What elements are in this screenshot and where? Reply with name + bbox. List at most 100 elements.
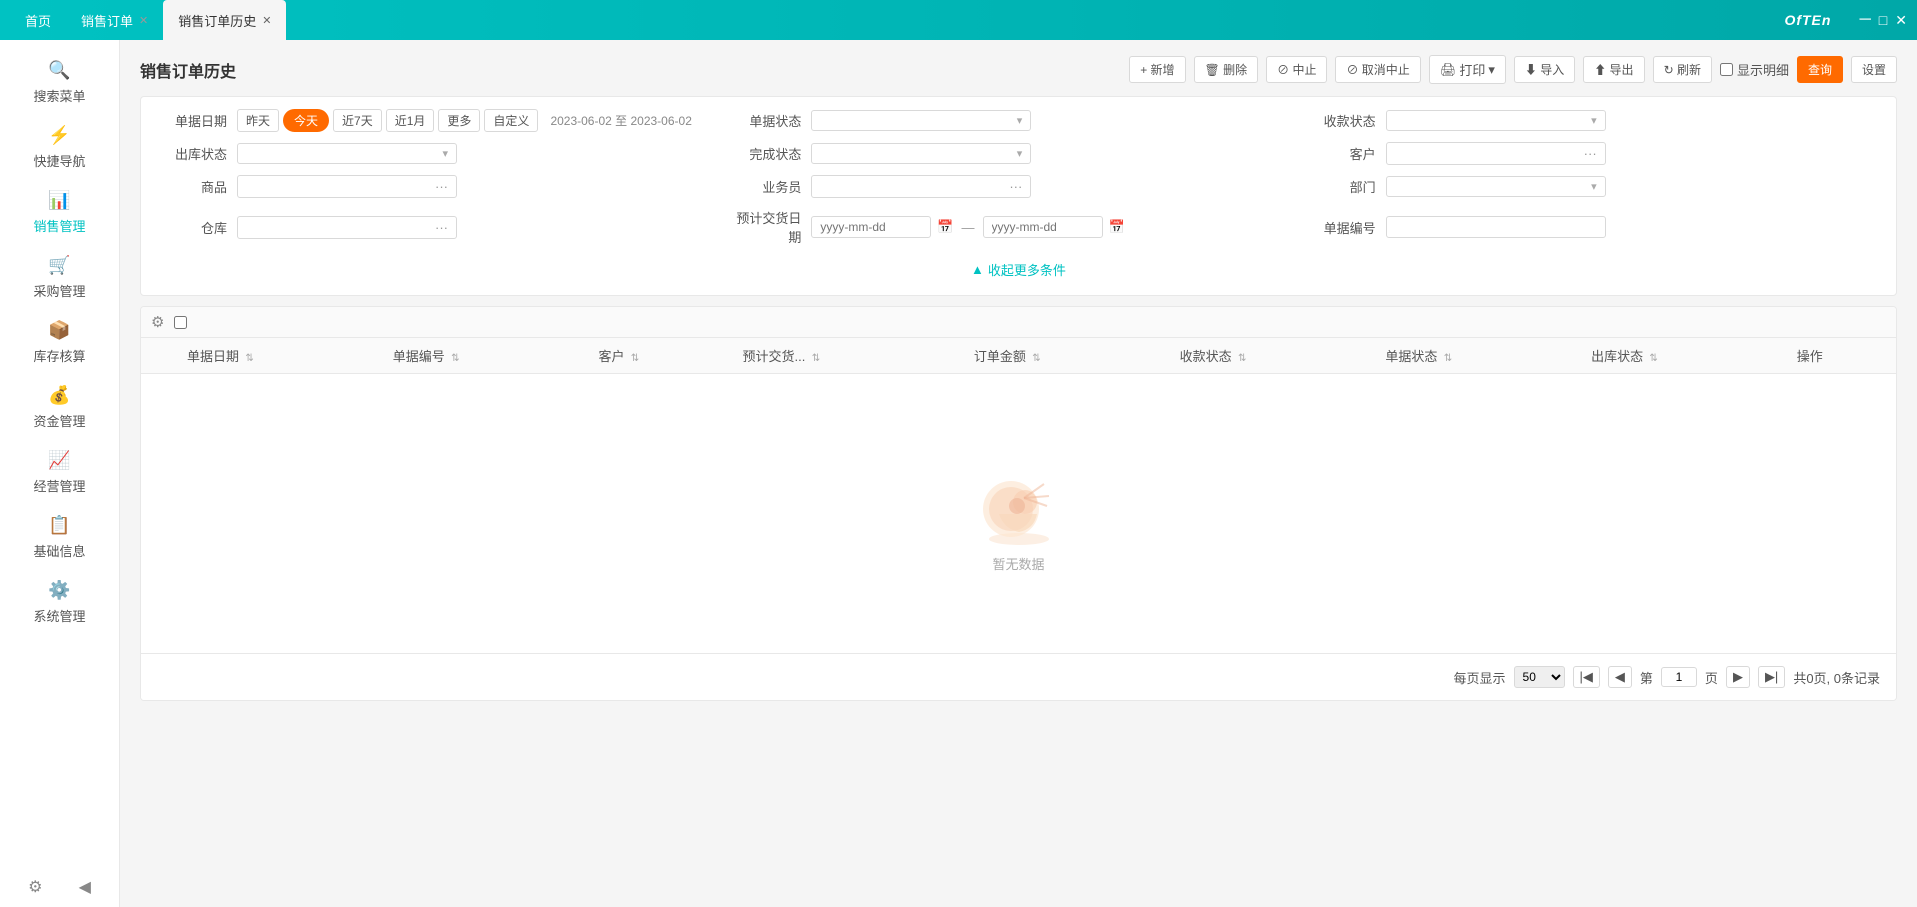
sidebar-item-operations[interactable]: 📈 经营管理 xyxy=(0,440,119,505)
new-button[interactable]: + 新增 xyxy=(1129,56,1185,83)
date-btn-1month[interactable]: 近1月 xyxy=(386,109,435,132)
delivery-to-input[interactable] xyxy=(983,216,1103,238)
import-button[interactable]: ⬇ 导入 xyxy=(1514,56,1575,83)
page-title: 销售订单历史 xyxy=(140,58,1129,82)
payment-status-select[interactable]: ▾ xyxy=(1386,110,1606,131)
th-date[interactable]: 单据日期 ⇅ xyxy=(177,338,383,374)
next-page-btn[interactable]: ▶ xyxy=(1726,666,1750,688)
query-button[interactable]: 查询 xyxy=(1797,56,1843,83)
brand-label: OfTEn xyxy=(1784,12,1831,28)
salesperson-label: 业务员 xyxy=(731,177,811,196)
date-btn-custom[interactable]: 自定义 xyxy=(484,109,538,132)
sidebar-item-search-menu[interactable]: 🔍 搜索菜单 xyxy=(0,50,119,115)
date-btn-7days[interactable]: 近7天 xyxy=(333,109,382,132)
out-status-select[interactable]: ▾ xyxy=(237,143,457,164)
date-dash: — xyxy=(958,220,979,235)
close-btn[interactable]: ✕ xyxy=(1895,12,1907,29)
sidebar-item-system[interactable]: ⚙️ 系统管理 xyxy=(0,570,119,635)
export-button[interactable]: ⬆ 导出 xyxy=(1583,56,1644,83)
empty-illustration xyxy=(969,454,1069,554)
tab-home-label: 首页 xyxy=(25,11,51,30)
settings-button[interactable]: 设置 xyxy=(1851,56,1897,83)
minimize-btn[interactable]: ─ xyxy=(1859,11,1870,29)
sidebar-item-inventory-label: 库存核算 xyxy=(33,346,85,365)
th-payment-status[interactable]: 收款状态 ⇅ xyxy=(1170,338,1376,374)
print-button[interactable]: 🖨 打印 ▾ xyxy=(1429,55,1506,84)
th-payment-status-label: 收款状态 xyxy=(1180,349,1232,364)
bill-status-select[interactable]: ▾ xyxy=(811,110,1031,131)
department-select[interactable]: ▾ xyxy=(1386,176,1606,197)
warehouse-input[interactable]: ··· xyxy=(237,216,457,239)
sidebar-item-basic-info[interactable]: 📋 基础信息 xyxy=(0,505,119,570)
table-toolbar: ⚙ xyxy=(141,307,1896,338)
sidebar-item-purchase-mgmt[interactable]: 🛒 采购管理 xyxy=(0,245,119,310)
prev-page-btn[interactable]: ◀ xyxy=(1608,666,1632,688)
th-bill-status[interactable]: 单据状态 ⇅ xyxy=(1375,338,1581,374)
th-customer-sort-icon: ⇅ xyxy=(631,353,639,364)
delivery-from-input[interactable] xyxy=(811,216,931,238)
table-settings-icon[interactable]: ⚙ xyxy=(151,313,164,331)
print-icon: 🖨 xyxy=(1440,62,1457,78)
finance-icon: 💰 xyxy=(48,385,70,406)
sidebar-item-finance[interactable]: 💰 资金管理 xyxy=(0,375,119,440)
th-expected-delivery[interactable]: 预计交货... ⇅ xyxy=(733,338,964,374)
product-field: ··· xyxy=(237,175,731,198)
date-btn-today[interactable]: 今天 xyxy=(283,109,329,132)
th-number[interactable]: 单据编号 ⇅ xyxy=(383,338,589,374)
refresh-button[interactable]: ↻ 刷新 xyxy=(1653,56,1712,83)
date-btn-yesterday[interactable]: 昨天 xyxy=(237,109,279,132)
stop-button[interactable]: ⊘ 中止 xyxy=(1266,56,1327,83)
maximize-btn[interactable]: □ xyxy=(1879,12,1887,28)
salesperson-input[interactable]: ··· xyxy=(811,175,1031,198)
out-status-label: 出库状态 xyxy=(157,144,237,163)
calendar-to-icon[interactable]: 📅 xyxy=(1109,219,1125,235)
collapse-row[interactable]: ▲ 收起更多条件 xyxy=(157,256,1880,283)
bill-number-label: 单据编号 xyxy=(1306,218,1386,237)
first-page-btn[interactable]: |◀ xyxy=(1573,666,1600,688)
complete-status-select[interactable]: ▾ xyxy=(811,143,1031,164)
date-field: 昨天 今天 近7天 近1月 更多 自定义 2023-06-02 至 2023-0… xyxy=(237,109,731,132)
sidebar-item-quick-nav[interactable]: ⚡ 快捷导航 xyxy=(0,115,119,180)
bill-number-input[interactable] xyxy=(1386,216,1606,238)
per-page-select[interactable]: 10 20 50 100 xyxy=(1514,666,1565,688)
cancel-stop-button[interactable]: ⊘ 取消中止 xyxy=(1335,56,1420,83)
tab-sales-order[interactable]: 销售订单 ✕ xyxy=(66,0,163,40)
date-btn-more[interactable]: 更多 xyxy=(438,109,480,132)
data-table: 单据日期 ⇅ 单据编号 ⇅ 客户 ⇅ 预计交货... xyxy=(141,338,1896,653)
th-checkbox xyxy=(141,338,177,374)
th-operation-label: 操作 xyxy=(1797,349,1823,364)
page-number-input[interactable] xyxy=(1661,667,1697,687)
delete-button[interactable]: 🗑 删除 xyxy=(1194,56,1259,83)
customer-input[interactable]: ··· xyxy=(1386,142,1606,165)
page-label: 页 xyxy=(1705,668,1718,687)
tab-sales-order-history[interactable]: 销售订单历史 ✕ xyxy=(163,0,286,40)
th-out-status-sort-icon: ⇅ xyxy=(1649,353,1657,364)
tab-sales-order-close[interactable]: ✕ xyxy=(139,14,148,27)
th-customer[interactable]: 客户 ⇅ xyxy=(588,338,732,374)
operations-icon: 📈 xyxy=(48,450,70,471)
tab-sales-order-history-close[interactable]: ✕ xyxy=(262,14,271,27)
th-number-label: 单据编号 xyxy=(393,349,445,364)
product-input[interactable]: ··· xyxy=(237,175,457,198)
sidebar-item-inventory[interactable]: 📦 库存核算 xyxy=(0,310,119,375)
content-area: 销售订单历史 + 新增 🗑 删除 ⊘ 中止 ⊘ 取消中止 🖨 打印 ▾ ⬇ 导入… xyxy=(120,40,1917,907)
sidebar-item-sales-mgmt[interactable]: 📊 销售管理 xyxy=(0,180,119,245)
select-all-checkbox[interactable] xyxy=(174,316,187,329)
sidebar-settings-icon[interactable]: ⚙ xyxy=(28,877,42,897)
department-label: 部门 xyxy=(1306,177,1386,196)
sidebar-item-operations-label: 经营管理 xyxy=(33,476,85,495)
tab-home[interactable]: 首页 xyxy=(10,0,66,40)
th-out-status[interactable]: 出库状态 ⇅ xyxy=(1581,338,1787,374)
calendar-from-icon[interactable]: 📅 xyxy=(937,219,953,235)
sidebar-collapse-icon[interactable]: ◀ xyxy=(79,877,91,897)
sidebar-bottom: ⚙ ◀ xyxy=(0,867,119,907)
print-arrow-icon: ▾ xyxy=(1488,62,1495,78)
customer-field: ··· xyxy=(1386,142,1880,165)
show-detail-checkbox[interactable] xyxy=(1720,63,1733,76)
empty-text: 暂无数据 xyxy=(992,554,1044,573)
last-page-btn[interactable]: ▶| xyxy=(1758,666,1785,688)
th-order-amount[interactable]: 订单金额 ⇅ xyxy=(964,338,1170,374)
window-controls: OfTEn ─ □ ✕ xyxy=(1784,11,1907,29)
collapse-up-icon: ▲ xyxy=(971,262,984,277)
show-detail-label: 显示明细 xyxy=(1737,60,1789,79)
